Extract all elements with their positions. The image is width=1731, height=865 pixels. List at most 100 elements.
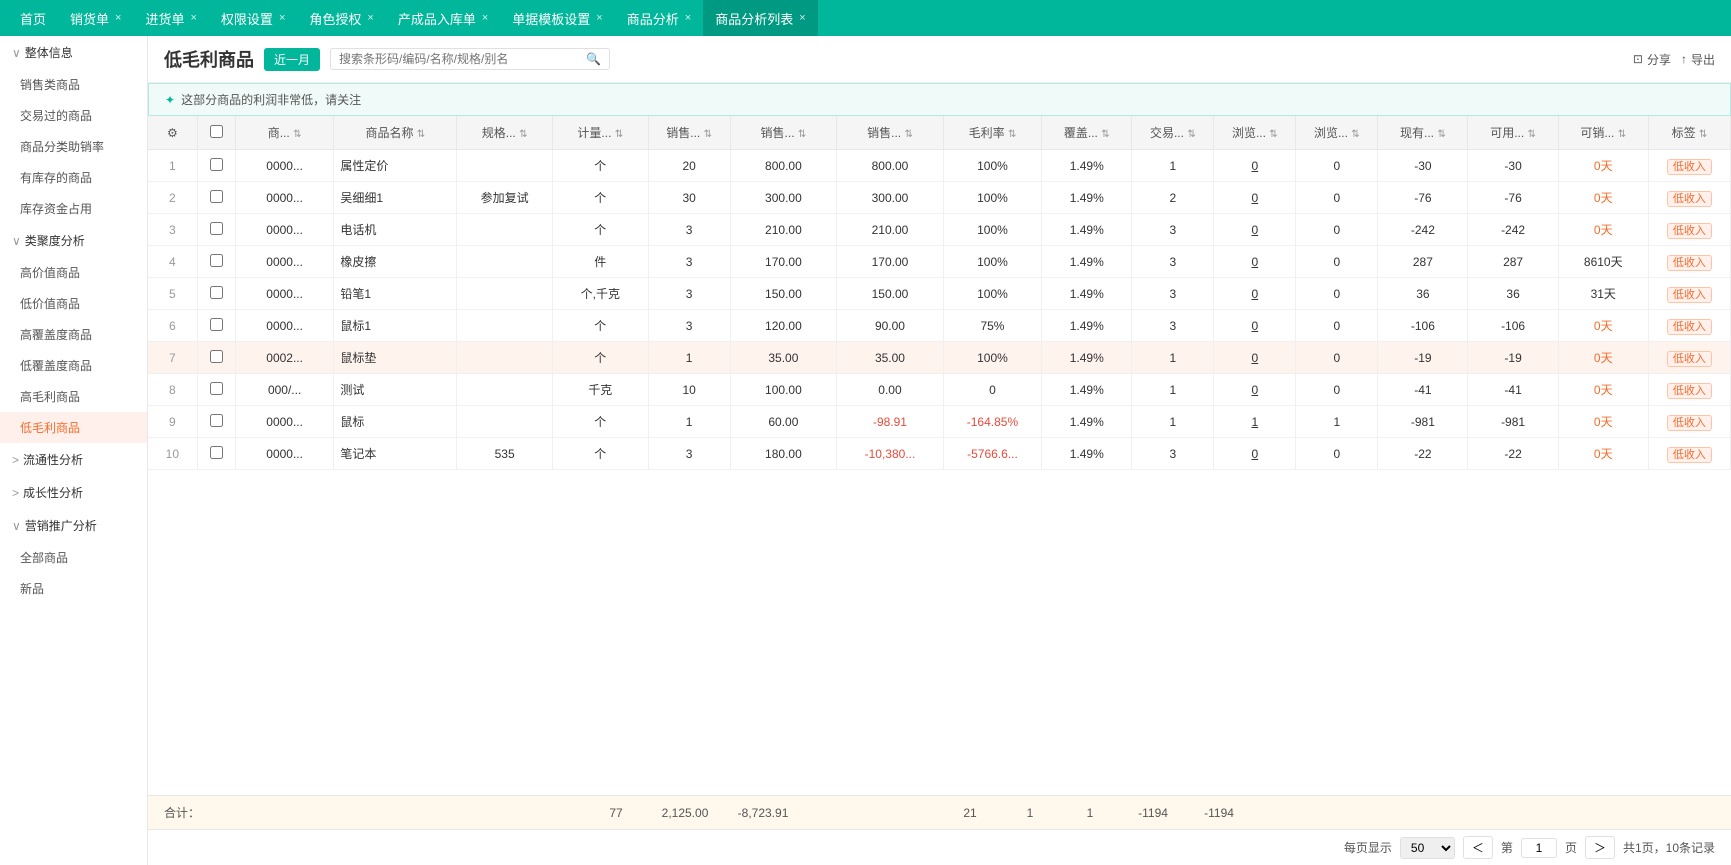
row-browse1[interactable]: 0	[1214, 438, 1296, 470]
nav-product-analysis[interactable]: 商品分析 ×	[615, 0, 703, 36]
next-page-btn[interactable]: ＞	[1585, 836, 1615, 859]
row-code: 0000...	[235, 150, 333, 182]
col-sales-qty[interactable]: 销售... ⇅	[648, 116, 730, 150]
close-icon[interactable]: ×	[367, 12, 373, 24]
row-browse1[interactable]: 0	[1214, 310, 1296, 342]
sidebar-group-circulation[interactable]: > 流通性分析	[0, 443, 147, 476]
row-checkbox	[197, 246, 235, 278]
row-tag: 低收入	[1648, 406, 1730, 438]
col-available[interactable]: 可用... ⇅	[1468, 116, 1558, 150]
export-btn[interactable]: ↑ 导出	[1681, 51, 1715, 68]
col-settings[interactable]: ⚙	[148, 116, 197, 150]
col-gross-margin[interactable]: 毛利率 ⇅	[943, 116, 1041, 150]
sidebar-item-high-coverage[interactable]: 高覆盖度商品	[0, 319, 147, 350]
sidebar-item-category-rate[interactable]: 商品分类助销率	[0, 131, 147, 162]
row-sales-profit: 0.00	[837, 374, 944, 406]
sidebar-item-new-goods[interactable]: 新品	[0, 573, 147, 604]
sidebar-item-sales-goods[interactable]: 销售类商品	[0, 69, 147, 100]
nav-purchase-order[interactable]: 进货单 ×	[133, 0, 208, 36]
row-checkbox	[197, 438, 235, 470]
col-transaction[interactable]: 交易... ⇅	[1132, 116, 1214, 150]
page-size-select[interactable]: 50 100 200	[1400, 837, 1455, 859]
col-code[interactable]: 商... ⇅	[235, 116, 333, 150]
sidebar-group-growth[interactable]: > 成长性分析	[0, 476, 147, 509]
col-unit[interactable]: 计量... ⇅	[552, 116, 648, 150]
sidebar-item-low-coverage[interactable]: 低覆盖度商品	[0, 350, 147, 381]
nav-product-analysis-list[interactable]: 商品分析列表 ×	[703, 0, 817, 36]
nav-template-settings[interactable]: 单据模板设置 ×	[500, 0, 614, 36]
sidebar-item-all-goods[interactable]: 全部商品	[0, 542, 147, 573]
row-browse2: 0	[1296, 342, 1378, 374]
sidebar-item-high-profit[interactable]: 高毛利商品	[0, 381, 147, 412]
row-sellable: 0天	[1558, 406, 1648, 438]
row-browse1[interactable]: 0	[1214, 278, 1296, 310]
row-settings: 9	[148, 406, 197, 438]
col-coverage[interactable]: 覆盖... ⇅	[1042, 116, 1132, 150]
close-icon[interactable]: ×	[279, 12, 285, 24]
row-browse1[interactable]: 0	[1214, 374, 1296, 406]
filter-recent-month-btn[interactable]: 近一月	[264, 48, 320, 71]
row-select-checkbox[interactable]	[210, 414, 223, 427]
col-browse2[interactable]: 浏览... ⇅	[1296, 116, 1378, 150]
sidebar-group-marketing[interactable]: ∨ 营销推广分析	[0, 509, 147, 542]
nav-sales-order[interactable]: 销货单 ×	[58, 0, 133, 36]
search-input[interactable]	[339, 52, 586, 66]
row-select-checkbox[interactable]	[210, 222, 223, 235]
col-browse1[interactable]: 浏览... ⇅	[1214, 116, 1296, 150]
row-browse1[interactable]: 0	[1214, 246, 1296, 278]
row-select-checkbox[interactable]	[210, 382, 223, 395]
close-icon[interactable]: ×	[482, 12, 488, 24]
row-select-checkbox[interactable]	[210, 286, 223, 299]
row-browse1[interactable]: 1	[1214, 406, 1296, 438]
sidebar-item-in-stock[interactable]: 有库存的商品	[0, 162, 147, 193]
sidebar-item-low-profit[interactable]: 低毛利商品	[0, 412, 147, 443]
row-gross-margin: 75%	[943, 310, 1041, 342]
sidebar-item-low-value[interactable]: 低价值商品	[0, 288, 147, 319]
sidebar-item-traded-goods[interactable]: 交易过的商品	[0, 100, 147, 131]
sidebar-group-cluster[interactable]: ∨ 类聚度分析	[0, 224, 147, 257]
col-name[interactable]: 商品名称 ⇅	[334, 116, 457, 150]
row-select-checkbox[interactable]	[210, 158, 223, 171]
row-browse1[interactable]: 0	[1214, 342, 1296, 374]
row-sales-qty: 20	[648, 150, 730, 182]
nav-role-auth[interactable]: 角色授权 ×	[297, 0, 385, 36]
close-icon[interactable]: ×	[799, 12, 805, 24]
row-browse1[interactable]: 0	[1214, 214, 1296, 246]
row-select-checkbox[interactable]	[210, 350, 223, 363]
sidebar-item-stock-capital[interactable]: 库存资金占用	[0, 193, 147, 224]
sidebar-collapse-btn[interactable]: «	[147, 76, 148, 112]
nav-home[interactable]: 首页	[8, 0, 58, 36]
table-row: 5 0000... 铅笔1 个,千克 3 150.00 150.00 100% …	[148, 278, 1731, 310]
col-sales-amount[interactable]: 销售... ⇅	[730, 116, 837, 150]
summary-sales-amount: 2,125.00	[646, 806, 724, 820]
search-icon[interactable]: 🔍	[586, 52, 601, 66]
col-sales-profit[interactable]: 销售... ⇅	[837, 116, 944, 150]
col-current-stock[interactable]: 现有... ⇅	[1378, 116, 1468, 150]
col-sellable[interactable]: 可销... ⇅	[1558, 116, 1648, 150]
sidebar-group-overall[interactable]: ∨ 整体信息	[0, 36, 147, 69]
close-icon[interactable]: ×	[190, 12, 196, 24]
col-spec[interactable]: 规格... ⇅	[457, 116, 553, 150]
row-browse2: 0	[1296, 246, 1378, 278]
prev-page-btn[interactable]: ＜	[1463, 836, 1493, 859]
row-select-checkbox[interactable]	[210, 318, 223, 331]
close-icon[interactable]: ×	[596, 12, 602, 24]
row-unit: 件	[552, 246, 648, 278]
select-all-checkbox[interactable]	[210, 125, 223, 138]
sidebar-item-high-value[interactable]: 高价值商品	[0, 257, 147, 288]
row-coverage: 1.49%	[1042, 310, 1132, 342]
row-select-checkbox[interactable]	[210, 446, 223, 459]
row-browse1[interactable]: 0	[1214, 150, 1296, 182]
row-select-checkbox[interactable]	[210, 190, 223, 203]
row-select-checkbox[interactable]	[210, 254, 223, 267]
content-area: 低毛利商品 近一月 🔍 ⊡ 分享 ↑ 导出 ✦ 这部分商品的利润非常低，请关注	[148, 36, 1731, 865]
nav-permission-settings[interactable]: 权限设置 ×	[209, 0, 297, 36]
share-btn[interactable]: ⊡ 分享	[1633, 51, 1671, 68]
row-browse1[interactable]: 0	[1214, 182, 1296, 214]
close-icon[interactable]: ×	[115, 12, 121, 24]
nav-product-inbound[interactable]: 产成品入库单 ×	[386, 0, 500, 36]
row-code: 0000...	[235, 438, 333, 470]
page-number-input[interactable]	[1521, 838, 1557, 858]
col-tag[interactable]: 标签 ⇅	[1648, 116, 1730, 150]
close-icon[interactable]: ×	[685, 12, 691, 24]
